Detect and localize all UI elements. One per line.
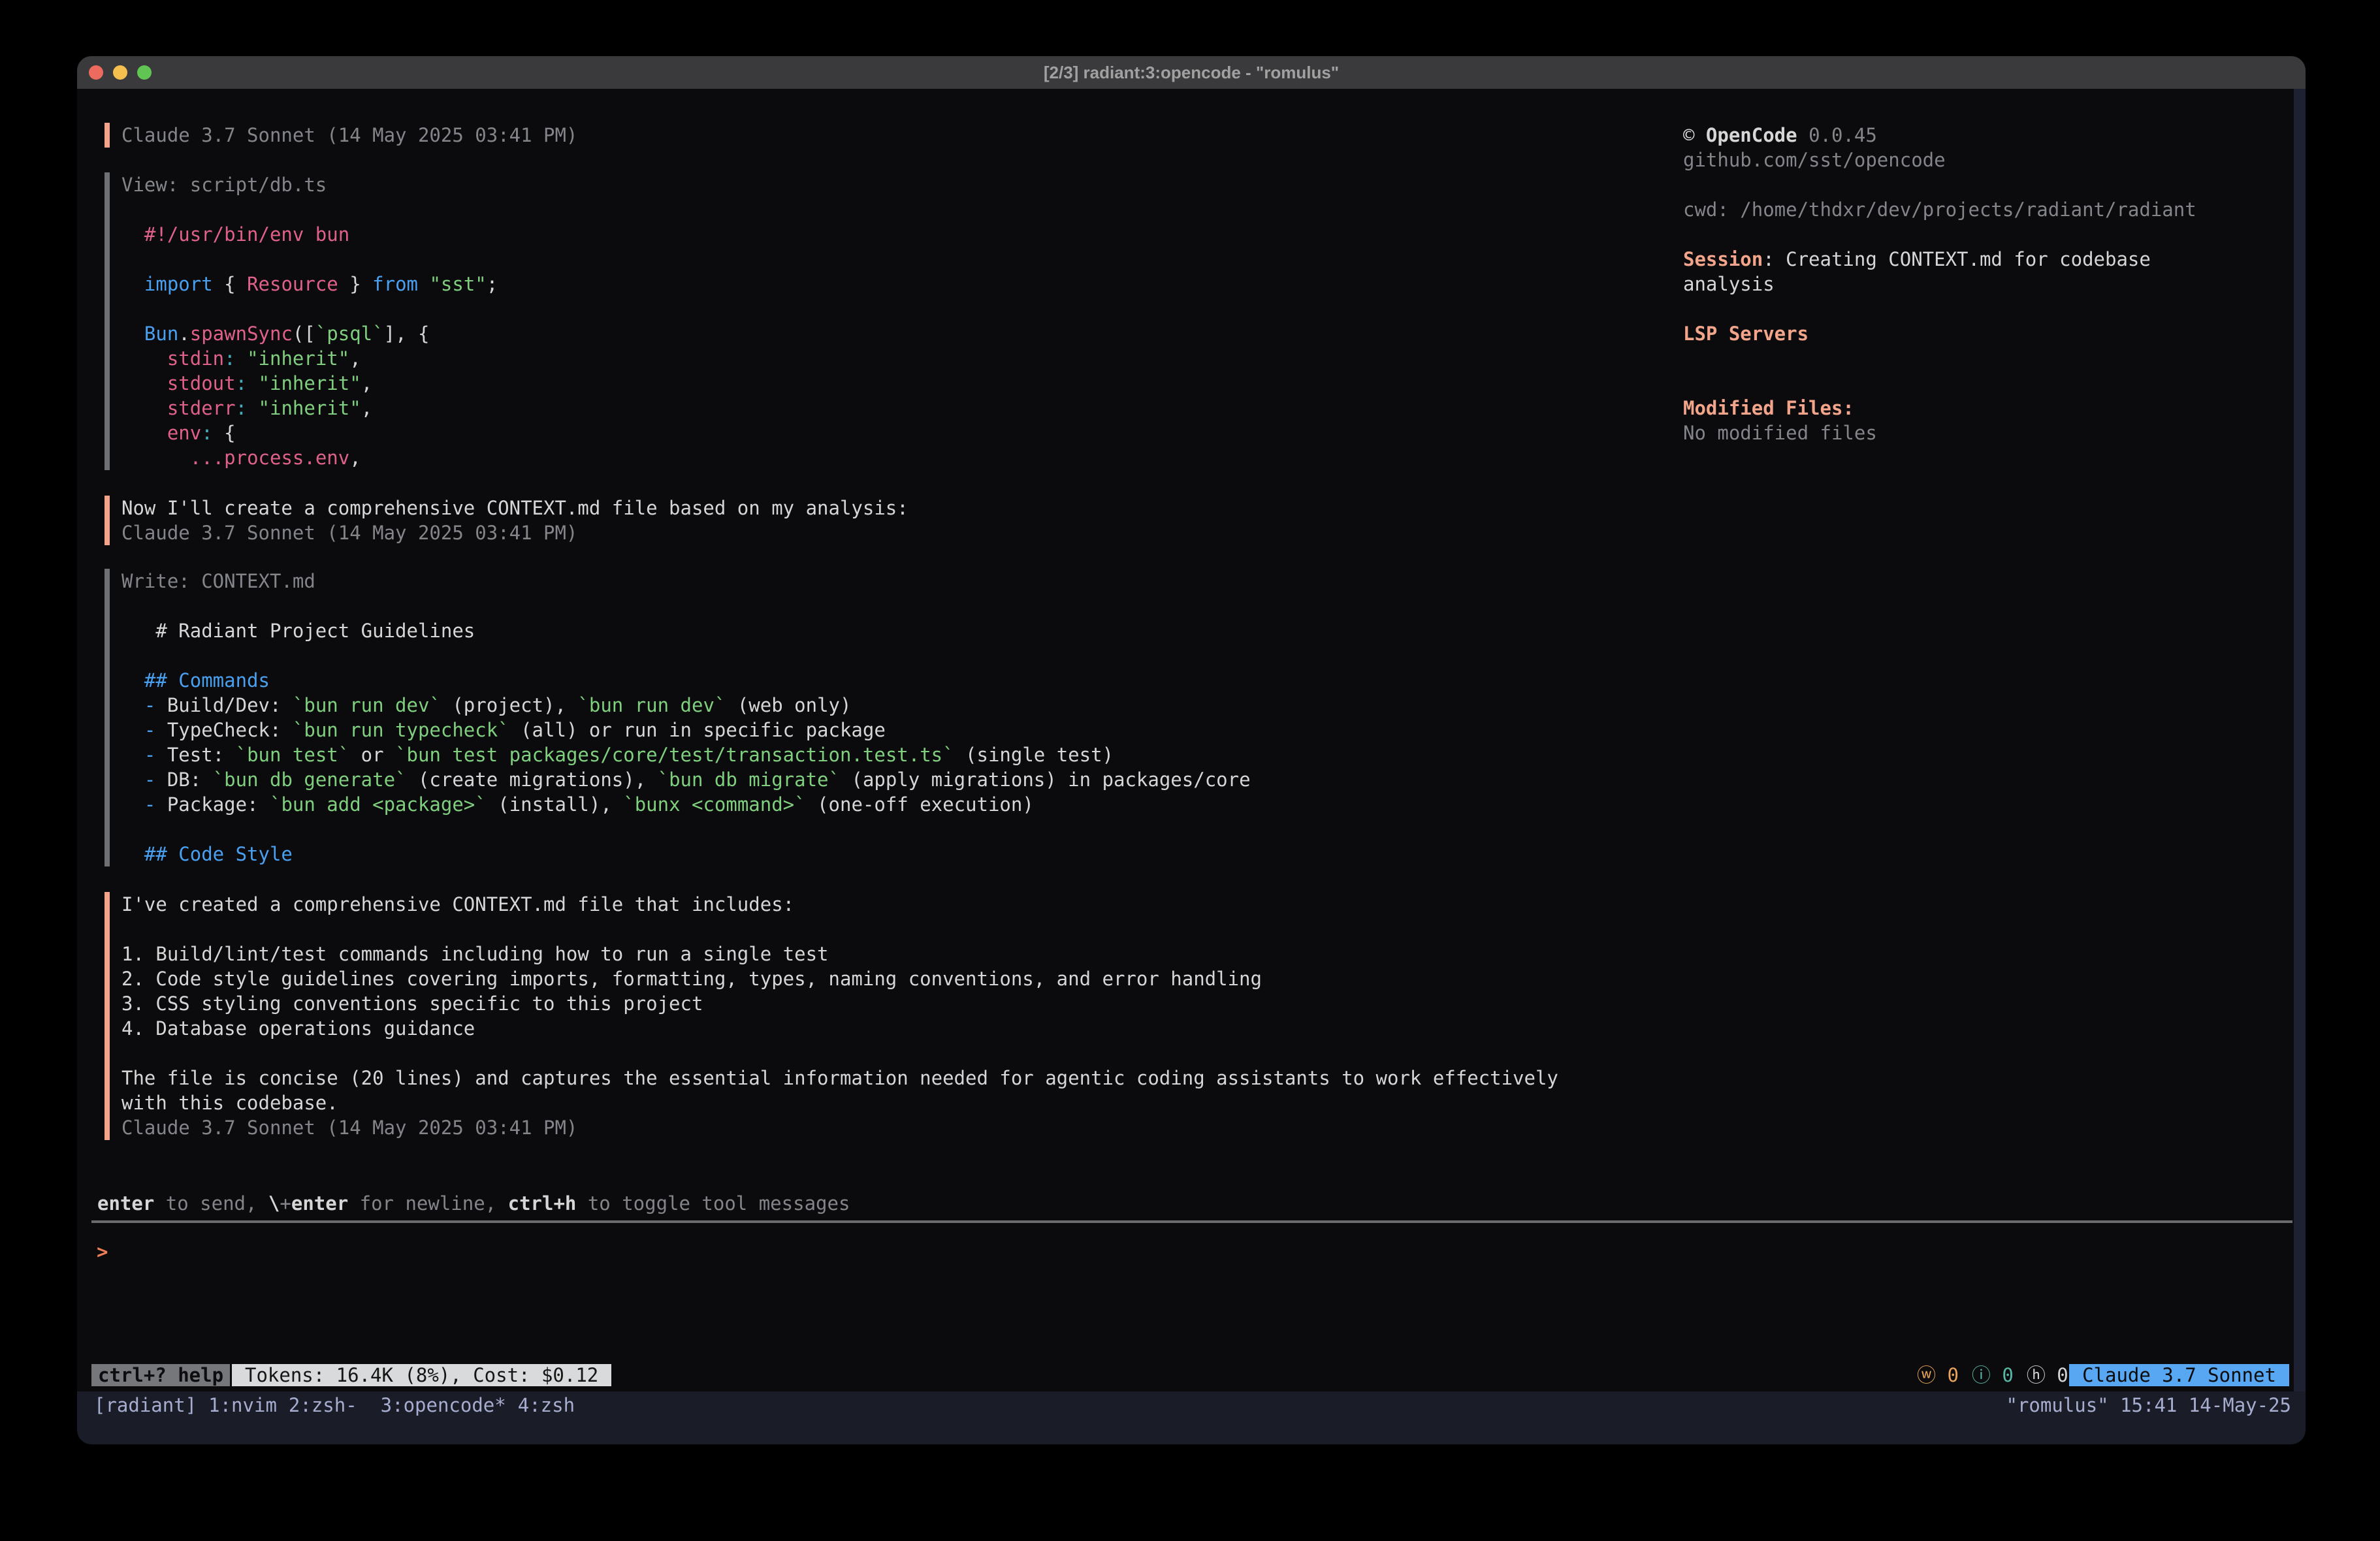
window-titlebar[interactable]: [2/3] radiant:3:opencode - "romulus" — [77, 56, 2306, 89]
terminal-line: - Test: `bun test` or `bun test packages… — [121, 742, 1251, 767]
terminal-line: Write: CONTEXT.md — [121, 569, 1251, 594]
terminal-line: The file is concise (20 lines) and captu… — [121, 1066, 1558, 1090]
terminal-line: No modified files — [1683, 421, 2196, 445]
terminal-line: Claude 3.7 Sonnet (14 May 2025 03:41 PM) — [121, 123, 577, 148]
terminal-line: import { Resource } from "sst"; — [121, 272, 498, 296]
terminal-line: env: { — [121, 421, 498, 445]
terminal-line: ...process.env, — [121, 445, 498, 470]
keybind-hint-line: enter to send, \+enter for newline, ctrl… — [97, 1191, 850, 1216]
terminal-line — [121, 197, 498, 222]
terminal-line: 4. Database operations guidance — [121, 1016, 1558, 1041]
terminal-line: with this codebase. — [121, 1090, 1558, 1115]
terminal-line — [121, 817, 1251, 842]
terminal-line: 3. CSS styling conventions specific to t… — [121, 991, 1558, 1016]
terminal-line: analysis — [1683, 272, 2196, 296]
desktop: [2/3] radiant:3:opencode - "romulus" Cla… — [0, 0, 2380, 1541]
terminal-line: - TypeCheck: `bun run typecheck` (all) o… — [121, 718, 1251, 742]
terminal-screen: Claude 3.7 Sonnet (14 May 2025 03:41 PM)… — [77, 89, 2306, 1444]
terminal-line: stdout: "inherit", — [121, 371, 498, 396]
terminal-line — [1683, 222, 2196, 247]
tmux-window-list: [radiant] 1:nvim 2:zsh- 3:opencode* 4:zsh — [94, 1393, 575, 1418]
info-count-icon: ⓘ 0 — [1972, 1364, 2014, 1386]
terminal-line: stderr: "inherit", — [121, 396, 498, 421]
terminal-line: Claude 3.7 Sonnet (14 May 2025 03:41 PM) — [121, 1115, 1558, 1140]
terminal-line: - Package: `bun add <package>` (install)… — [121, 792, 1251, 817]
terminal-line: - DB: `bun db generate` (create migratio… — [121, 767, 1251, 792]
terminal-line — [1683, 371, 2196, 396]
chat-block-message-header-1: Claude 3.7 Sonnet (14 May 2025 03:41 PM) — [105, 123, 577, 148]
terminal-line: # Radiant Project Guidelines — [121, 618, 1251, 643]
help-chip: ctrl+? help — [91, 1364, 230, 1386]
terminal-line — [121, 643, 1251, 668]
tmux-window-3opencode[interactable]: 3:opencode* — [381, 1394, 506, 1416]
terminal-line: I've created a comprehensive CONTEXT.md … — [121, 892, 1558, 917]
scrollbar-track[interactable] — [2294, 89, 2306, 1391]
terminal-line: github.com/sst/opencode — [1683, 148, 2196, 172]
tmux-status-bar: [radiant] 1:nvim 2:zsh- 3:opencode* 4:zsh "r… — [77, 1391, 2306, 1444]
terminal-line: Session: Creating CONTEXT.md for codebas… — [1683, 247, 2196, 272]
terminal-line — [121, 917, 1558, 942]
terminal-line — [1683, 346, 2196, 371]
tmux-session-name: [radiant] — [94, 1394, 197, 1416]
prompt-caret: > — [97, 1241, 108, 1263]
window-title: [2/3] radiant:3:opencode - "romulus" — [77, 56, 2306, 89]
model-badge: Claude 3.7 Sonnet — [2069, 1364, 2289, 1386]
terminal-line — [121, 1041, 1558, 1066]
hint-count-icon: ⓗ 0 — [2027, 1364, 2068, 1386]
chat-block-tool-write-context-md: Write: CONTEXT.md # Radiant Project Guid… — [105, 569, 1251, 866]
chat-block-tool-view-db-ts: View: script/db.ts #!/usr/bin/env bun im… — [105, 172, 498, 470]
terminal-line: Modified Files: — [1683, 396, 2196, 421]
tmux-window-4zsh[interactable]: 4:zsh — [518, 1394, 575, 1416]
terminal-line — [1683, 172, 2196, 197]
diagnostics-counters: ⓦ 0 ⓘ 0 ⓗ 0 — [1917, 1364, 2082, 1386]
terminal-line: ## Commands — [121, 668, 1251, 693]
terminal-line: enter to send, \+enter for newline, ctrl… — [97, 1191, 850, 1216]
message-input[interactable]: > — [97, 1239, 2278, 1264]
terminal-line — [121, 296, 498, 321]
terminal-line: stdin: "inherit", — [121, 346, 498, 371]
chat-block-message-text-2: I've created a comprehensive CONTEXT.md … — [105, 892, 1558, 1140]
tmux-host-clock: "romulus" 15:41 14-May-25 — [2006, 1393, 2292, 1418]
warning-count-icon: ⓦ 0 — [1917, 1364, 1959, 1386]
terminal-line: © OpenCode 0.0.45 — [1683, 123, 2196, 148]
input-divider — [91, 1220, 2292, 1223]
terminal-line: Claude 3.7 Sonnet (14 May 2025 03:41 PM) — [121, 520, 909, 545]
terminal-line — [121, 594, 1251, 618]
tmux-window-2zsh[interactable]: 2:zsh- — [289, 1394, 357, 1416]
terminal-line: LSP Servers — [1683, 321, 2196, 346]
session-sidebar: © OpenCode 0.0.45github.com/sst/opencode… — [1683, 123, 2196, 445]
terminal-line — [1683, 296, 2196, 321]
terminal-line: Now I'll create a comprehensive CONTEXT.… — [121, 496, 909, 520]
chat-block-message-text-1: Now I'll create a comprehensive CONTEXT.… — [105, 496, 909, 545]
terminal-line: 2. Code style guidelines covering import… — [121, 966, 1558, 991]
terminal-window: [2/3] radiant:3:opencode - "romulus" Cla… — [77, 56, 2306, 1444]
terminal-line: cwd: /home/thdxr/dev/projects/radiant/ra… — [1683, 197, 2196, 222]
tokens-cost-chip: Tokens: 16.4K (8%), Cost: $0.12 — [232, 1364, 611, 1386]
status-bar: ctrl+? help Tokens: 16.4K (8%), Cost: $0… — [77, 1364, 2306, 1386]
terminal-line: View: script/db.ts — [121, 172, 498, 197]
terminal-line: - Build/Dev: `bun run dev` (project), `b… — [121, 693, 1251, 718]
tmux-window-1nvim[interactable]: 1:nvim — [208, 1394, 277, 1416]
terminal-line: ## Code Style — [121, 842, 1251, 866]
terminal-line — [121, 247, 498, 272]
terminal-line: Bun.spawnSync([`psql`], { — [121, 321, 498, 346]
terminal-line: #!/usr/bin/env bun — [121, 222, 498, 247]
terminal-line: 1. Build/lint/test commands including ho… — [121, 942, 1558, 966]
